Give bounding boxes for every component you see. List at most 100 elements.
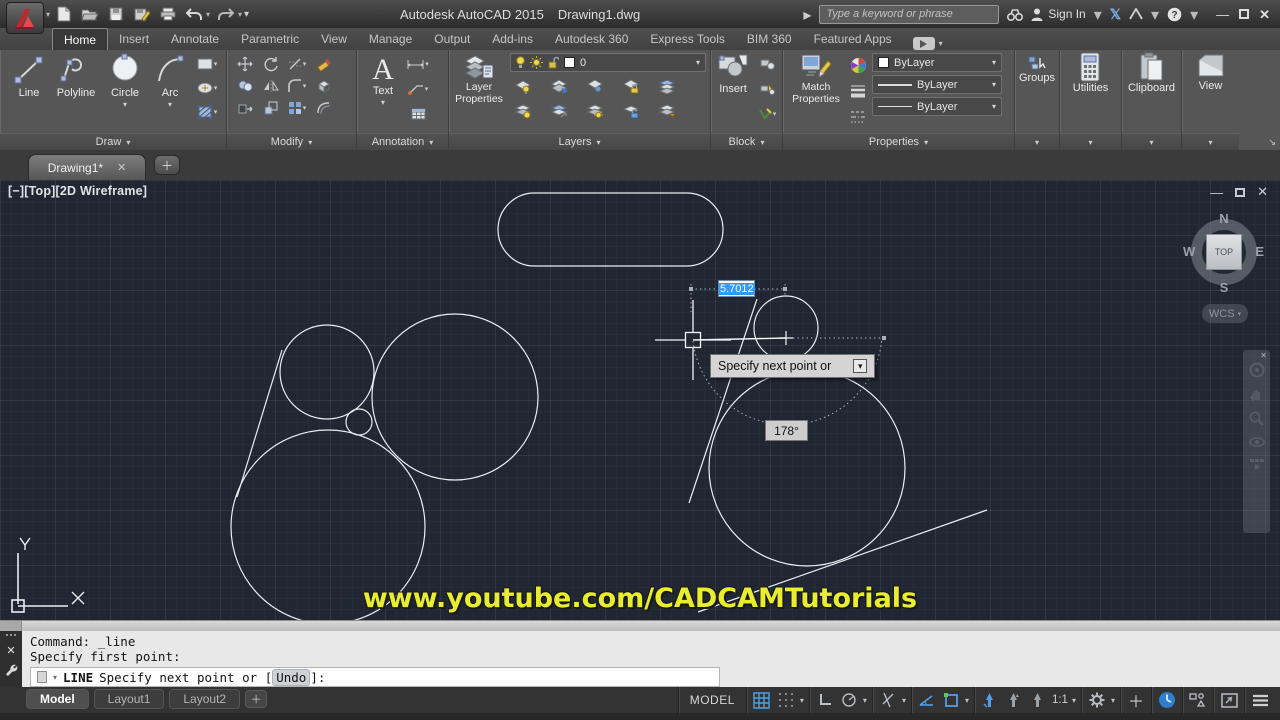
rotate-icon[interactable] xyxy=(258,53,284,75)
navigation-bar[interactable]: ✕ xyxy=(1243,350,1270,533)
circle-caret-icon[interactable]: ▾ xyxy=(123,99,127,111)
autodesk-360-icon[interactable] xyxy=(1129,8,1143,20)
layout1-tab[interactable]: Layout1 xyxy=(93,689,165,709)
customization-menu-icon[interactable] xyxy=(1250,690,1270,710)
search-binoculars-icon[interactable] xyxy=(1007,8,1024,21)
tab-manage[interactable]: Manage xyxy=(358,28,423,50)
sign-in-caret-icon[interactable]: ▾ xyxy=(1094,5,1102,24)
layer-state-icon[interactable] xyxy=(656,100,678,122)
leader-tool-icon[interactable]: ▾ xyxy=(405,78,431,100)
tab-insert[interactable]: Insert xyxy=(108,28,160,50)
close-button[interactable]: ✕ xyxy=(1259,8,1270,21)
tab-express-tools[interactable]: Express Tools xyxy=(639,28,735,50)
scale-icon[interactable] xyxy=(258,97,284,119)
command-drag-grip[interactable] xyxy=(5,633,17,638)
ortho-mode-icon[interactable] xyxy=(815,690,835,710)
layer-isolate-icon[interactable] xyxy=(512,75,534,97)
layer-off-icon[interactable] xyxy=(512,100,534,122)
move-icon[interactable] xyxy=(232,53,258,75)
view-button[interactable]: View xyxy=(1197,52,1225,92)
hardware-acceleration-icon[interactable] xyxy=(1157,690,1177,710)
lineweight-dropdown[interactable]: ByLayer ▾ xyxy=(872,75,1002,94)
redo-caret-icon[interactable]: ▾ xyxy=(238,10,242,19)
open-file-icon[interactable] xyxy=(80,4,100,24)
viewcube-north[interactable]: N xyxy=(1186,211,1262,226)
viewport-menu-control[interactable]: [−] xyxy=(8,184,24,198)
viewcube-east[interactable]: E xyxy=(1255,244,1264,259)
text-button[interactable]: A Text ▾ xyxy=(365,53,401,133)
block-define-attributes-icon[interactable] xyxy=(754,78,780,100)
table-tool-icon[interactable] xyxy=(405,103,431,125)
line-button[interactable]: Line xyxy=(8,53,50,133)
layer-make-current-icon[interactable] xyxy=(548,100,570,122)
recent-commands-caret-icon[interactable]: ▾ xyxy=(53,673,57,682)
block-edit-icon[interactable] xyxy=(754,53,780,75)
erase-icon[interactable] xyxy=(310,53,336,75)
new-drawing-tab-button[interactable]: ＋ xyxy=(154,155,180,175)
new-layout-button[interactable]: ＋ xyxy=(245,690,268,708)
snap-caret-icon[interactable]: ▾ xyxy=(800,696,804,705)
navbar-close-icon[interactable]: ✕ xyxy=(1260,351,1267,360)
utilities-button[interactable]: Utilities xyxy=(1073,52,1108,94)
pan-hand-icon[interactable] xyxy=(1249,387,1264,402)
application-menu-button[interactable] xyxy=(6,2,44,34)
zoom-icon[interactable] xyxy=(1249,411,1264,426)
maximize-button[interactable] xyxy=(1239,9,1250,19)
doc-close-icon[interactable]: ✕ xyxy=(1257,184,1268,200)
layer-freeze-icon[interactable] xyxy=(584,75,606,97)
linetype-dropdown[interactable]: ByLayer ▾ xyxy=(872,97,1002,116)
layer-thaw-icon[interactable] xyxy=(584,100,606,122)
stretch-icon[interactable] xyxy=(232,97,258,119)
tab-home[interactable]: Home xyxy=(52,28,109,50)
properties-panel-label[interactable]: Properties ▾ ↘ xyxy=(783,133,1276,150)
command-customize-icon[interactable] xyxy=(37,671,47,683)
polyline-button[interactable]: Polyline xyxy=(52,53,100,133)
isolate-objects-icon[interactable] xyxy=(1188,690,1208,710)
layer-match-icon[interactable] xyxy=(656,75,678,97)
search-input[interactable] xyxy=(819,4,1000,24)
array-icon[interactable]: ▾ xyxy=(284,97,310,119)
offset-icon[interactable] xyxy=(310,97,336,119)
layer-dropdown[interactable]: 0 ▾ xyxy=(510,53,706,72)
object-snap-tracking-icon[interactable] xyxy=(917,690,937,710)
orbit-icon[interactable] xyxy=(1248,435,1265,449)
new-file-icon[interactable] xyxy=(54,4,74,24)
help-icon[interactable]: ? xyxy=(1167,7,1182,22)
copy-icon[interactable] xyxy=(232,75,258,97)
fillet-icon[interactable]: ▾ xyxy=(284,75,310,97)
annotation-monitor-plus-icon[interactable]: ＋ xyxy=(1126,690,1146,711)
object-snap-caret-icon[interactable]: ▾ xyxy=(965,696,969,705)
view-panel-label[interactable]: ▾ xyxy=(1182,133,1239,150)
undo-caret-icon[interactable]: ▾ xyxy=(206,10,210,19)
arc-caret-icon[interactable]: ▾ xyxy=(168,99,172,111)
clipboard-button[interactable]: Clipboard xyxy=(1128,52,1175,94)
redo-icon[interactable] xyxy=(216,4,236,24)
text-caret-icon[interactable]: ▾ xyxy=(381,97,385,109)
polar-caret-icon[interactable]: ▾ xyxy=(863,696,867,705)
explode-icon[interactable] xyxy=(310,75,336,97)
dynamic-input-field[interactable]: 5.7012 xyxy=(718,280,755,297)
insert-button[interactable]: Insert xyxy=(715,53,751,133)
dimension-tool-icon[interactable]: ▾ xyxy=(405,53,431,75)
modify-panel-label[interactable]: Modify ▾ xyxy=(227,133,356,150)
save-icon[interactable] xyxy=(106,4,126,24)
draw-panel-label[interactable]: Draw ▾ xyxy=(0,133,226,150)
layer-set-current-icon[interactable] xyxy=(548,75,570,97)
properties-dialog-launcher-icon[interactable]: ↘ xyxy=(1268,137,1276,148)
plot-icon[interactable] xyxy=(158,4,178,24)
view-control[interactable]: [Top] xyxy=(24,184,55,198)
viewcube[interactable]: N W E S TOP xyxy=(1183,205,1264,297)
isodraft-caret-icon[interactable]: ▾ xyxy=(902,696,906,705)
minimize-button[interactable]: — xyxy=(1216,8,1229,21)
trim-icon[interactable]: ▾ xyxy=(284,53,310,75)
horizontal-scrollbar[interactable] xyxy=(0,620,1280,632)
layout2-tab[interactable]: Layout2 xyxy=(169,689,241,709)
drawing-canvas[interactable]: [−] [Top] [2D Wireframe] — ✕ N W E S TOP… xyxy=(0,180,1280,620)
annotation-scale-value[interactable]: 1:1 xyxy=(1052,694,1068,706)
exchange-caret-icon[interactable]: ▾ xyxy=(1151,5,1159,24)
tab-featured-apps[interactable]: Featured Apps xyxy=(803,28,903,50)
groups-panel-label[interactable]: ▾ xyxy=(1015,133,1059,150)
layer-properties-button[interactable]: Layer Properties xyxy=(453,53,505,133)
doc-minimize-icon[interactable]: — xyxy=(1210,185,1223,200)
tab-view[interactable]: View xyxy=(310,28,358,50)
